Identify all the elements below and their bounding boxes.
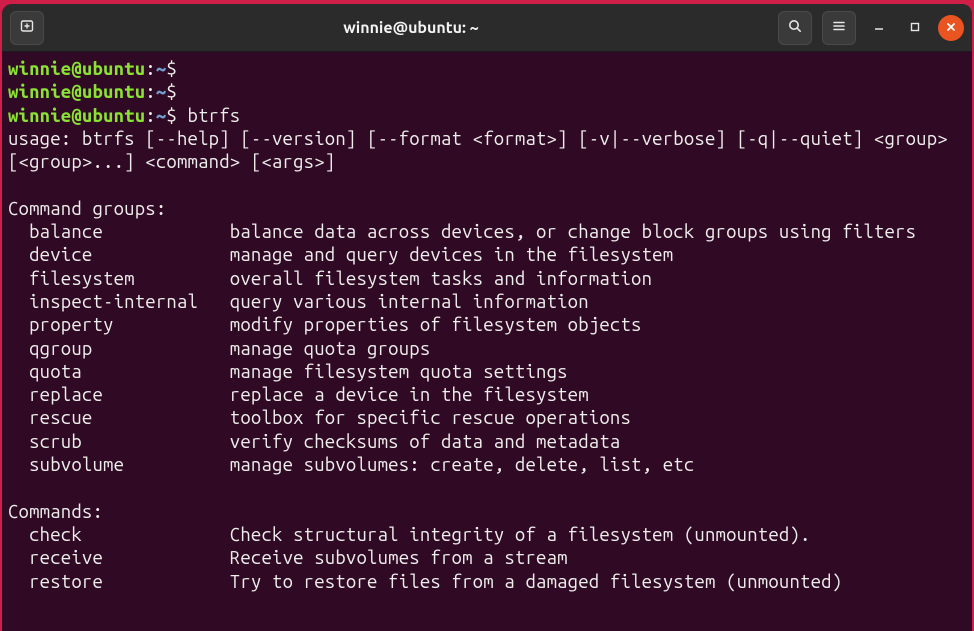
group-line: subvolume manage subvolumes: create, del… [8, 454, 966, 477]
prompt-colon: : [145, 59, 156, 79]
search-button[interactable] [778, 11, 812, 45]
usage-line: usage: btrfs [--help] [--version] [--for… [8, 128, 966, 175]
prompt-symbol: $ [166, 59, 187, 79]
new-tab-button[interactable] [10, 11, 44, 45]
group-line: quota manage filesystem quota settings [8, 361, 966, 384]
prompt-line: winnie@ubuntu:~$ [8, 81, 966, 104]
group-line: balance balance data across devices, or … [8, 221, 966, 244]
search-icon [787, 18, 803, 38]
prompt-path: ~ [156, 59, 167, 79]
group-line: device manage and query devices in the f… [8, 244, 966, 267]
prompt-line: winnie@ubuntu:~$ btrfs [8, 105, 966, 128]
menu-button[interactable] [822, 11, 856, 45]
groups-header: Command groups: [8, 198, 966, 221]
commands-header: Commands: [8, 501, 966, 524]
prompt-line: winnie@ubuntu:~$ [8, 58, 966, 81]
prompt-colon: : [145, 106, 156, 126]
group-line: replace replace a device in the filesyst… [8, 384, 966, 407]
group-line: filesystem overall filesystem tasks and … [8, 268, 966, 291]
maximize-icon [909, 19, 921, 37]
group-line: qgroup manage quota groups [8, 338, 966, 361]
prompt-symbol: $ [166, 82, 187, 102]
window-title: winnie@ubuntu: ~ [52, 19, 770, 37]
prompt-path: ~ [156, 82, 167, 102]
blank-line [8, 174, 966, 197]
prompt-user-host: winnie@ubuntu [8, 106, 145, 126]
terminal-window: winnie@ubuntu: ~ [2, 4, 972, 631]
blank-line [8, 477, 966, 500]
command-line: receive Receive subvolumes from a stream [8, 547, 966, 570]
group-line: inspect-internal query various internal … [8, 291, 966, 314]
command-text: btrfs [188, 106, 241, 126]
prompt-colon: : [145, 82, 156, 102]
close-button[interactable] [938, 15, 964, 41]
minimize-button[interactable] [866, 15, 892, 41]
new-tab-icon [19, 18, 35, 38]
group-line: property modify properties of filesystem… [8, 314, 966, 337]
close-icon [945, 19, 957, 37]
prompt-symbol: $ [166, 106, 187, 126]
group-line: scrub verify checksums of data and metad… [8, 431, 966, 454]
prompt-user-host: winnie@ubuntu [8, 82, 145, 102]
prompt-path: ~ [156, 106, 167, 126]
titlebar: winnie@ubuntu: ~ [2, 4, 972, 52]
group-line: rescue toolbox for specific rescue opera… [8, 407, 966, 430]
maximize-button[interactable] [902, 15, 928, 41]
command-line: check Check structural integrity of a fi… [8, 524, 966, 547]
hamburger-icon [831, 18, 847, 38]
minimize-icon [873, 19, 885, 37]
prompt-user-host: winnie@ubuntu [8, 59, 145, 79]
command-line: restore Try to restore files from a dama… [8, 571, 966, 594]
terminal-body[interactable]: winnie@ubuntu:~$ winnie@ubuntu:~$ winnie… [2, 52, 972, 631]
